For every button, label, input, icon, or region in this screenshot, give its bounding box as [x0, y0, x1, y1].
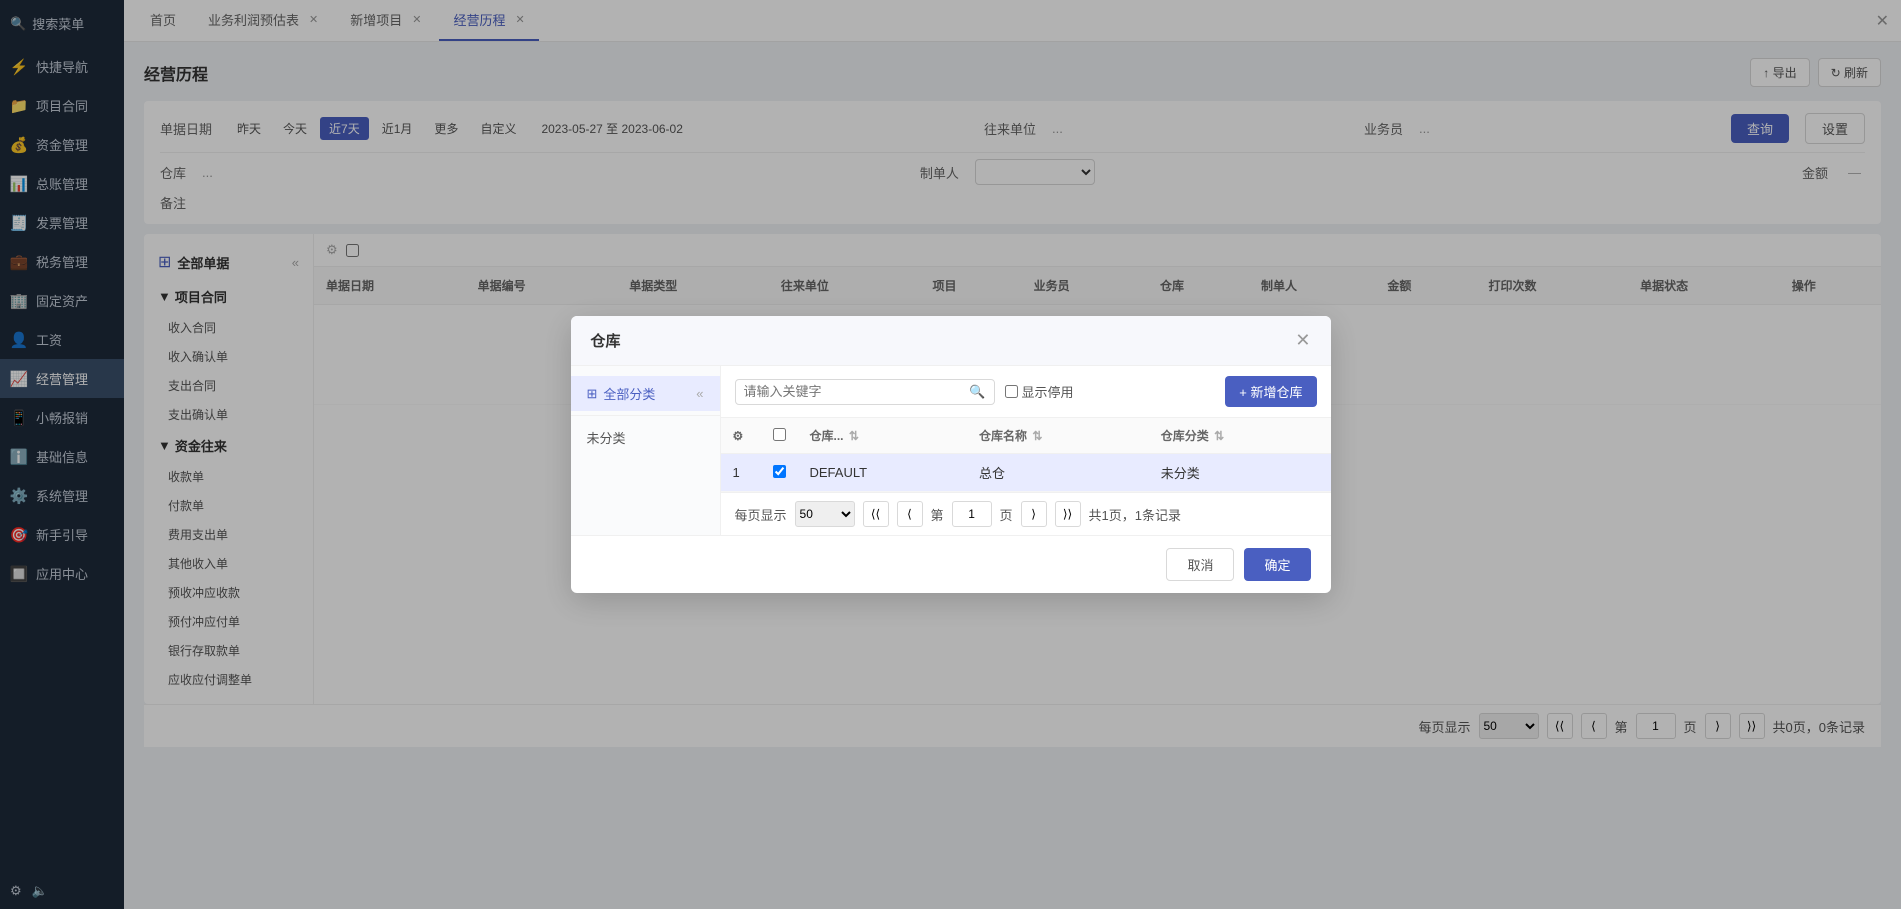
- dialog-col-code: 仓库... ⇅: [798, 418, 968, 454]
- dialog-page-label: 第: [931, 505, 944, 524]
- table-gear-icon[interactable]: ⚙: [733, 429, 744, 443]
- dialog-overlay: 仓库 ✕ ⊞ 全部分类 « 未分类: [0, 0, 1901, 909]
- dialog-col-name: 仓库名称 ⇅: [967, 418, 1149, 454]
- dialog-close-button[interactable]: ✕: [1295, 330, 1310, 351]
- dialog-confirm-button[interactable]: 确定: [1244, 548, 1310, 581]
- collapse-left-icon[interactable]: «: [696, 386, 703, 401]
- dialog-cancel-button[interactable]: 取消: [1166, 548, 1234, 581]
- row-index: 1: [721, 454, 761, 492]
- dialog-total-label: 共1页，1条记录: [1089, 505, 1181, 524]
- search-icon: 🔍: [969, 384, 985, 400]
- row-name: 总仓: [967, 454, 1149, 492]
- dialog-actions: 取消 确定: [571, 535, 1331, 593]
- warehouse-dialog: 仓库 ✕ ⊞ 全部分类 « 未分类: [571, 316, 1331, 593]
- row-code: DEFAULT: [798, 454, 968, 492]
- dialog-next-page-btn[interactable]: ⟩: [1021, 501, 1047, 527]
- dialog-header: 仓库 ✕: [571, 316, 1331, 366]
- row-category: 未分类: [1149, 454, 1331, 492]
- sort-icon[interactable]: ⇅: [1032, 429, 1042, 443]
- dialog-prev-page-btn[interactable]: ⟨: [897, 501, 923, 527]
- dialog-body: ⊞ 全部分类 « 未分类 🔍: [571, 366, 1331, 535]
- dialog-category-all[interactable]: ⊞ 全部分类 «: [571, 376, 720, 411]
- dialog-per-page-label: 每页显示: [735, 505, 787, 524]
- dialog-unclassified-label: 未分类: [587, 428, 626, 447]
- dialog-left-panel: ⊞ 全部分类 « 未分类: [571, 366, 721, 535]
- add-warehouse-button[interactable]: + 新增仓库: [1225, 376, 1316, 407]
- dialog-search-box[interactable]: 🔍: [735, 379, 995, 405]
- dialog-toolbar: 🔍 显示停用 + 新增仓库: [721, 366, 1331, 418]
- dialog-search-input[interactable]: [744, 384, 966, 399]
- dialog-table-row[interactable]: 1 DEFAULT 总仓 未分类: [721, 454, 1331, 492]
- dialog-select-all-checkbox[interactable]: [773, 428, 786, 441]
- dialog-per-page-select[interactable]: 50: [795, 501, 855, 527]
- dialog-table-wrap: ⚙ 仓库... ⇅ 仓库名称: [721, 418, 1331, 492]
- show-disabled-checkbox[interactable]: [1005, 385, 1018, 398]
- dialog-footer-bar: 每页显示 50 ⟨⟨ ⟨ 第 页 ⟩ ⟩⟩ 共1页，1条记录: [721, 492, 1331, 535]
- dialog-right-panel: 🔍 显示停用 + 新增仓库 ⚙: [721, 366, 1331, 535]
- dialog-page-input[interactable]: [952, 501, 992, 527]
- show-disabled-label: 显示停用: [1005, 382, 1074, 401]
- sort-icon[interactable]: ⇅: [1214, 429, 1224, 443]
- dialog-all-label: 全部分类: [603, 384, 655, 403]
- grid-icon-small: ⊞: [587, 386, 598, 402]
- dialog-first-page-btn[interactable]: ⟨⟨: [863, 501, 889, 527]
- dialog-col-category: 仓库分类 ⇅: [1149, 418, 1331, 454]
- row-checkbox[interactable]: [761, 454, 798, 492]
- dialog-table: ⚙ 仓库... ⇅ 仓库名称: [721, 418, 1331, 492]
- dialog-title: 仓库: [591, 330, 621, 351]
- dialog-page-unit: 页: [1000, 505, 1013, 524]
- dialog-category-unclassified[interactable]: 未分类: [571, 420, 720, 455]
- sort-icon[interactable]: ⇅: [849, 429, 859, 443]
- dialog-last-page-btn[interactable]: ⟩⟩: [1055, 501, 1081, 527]
